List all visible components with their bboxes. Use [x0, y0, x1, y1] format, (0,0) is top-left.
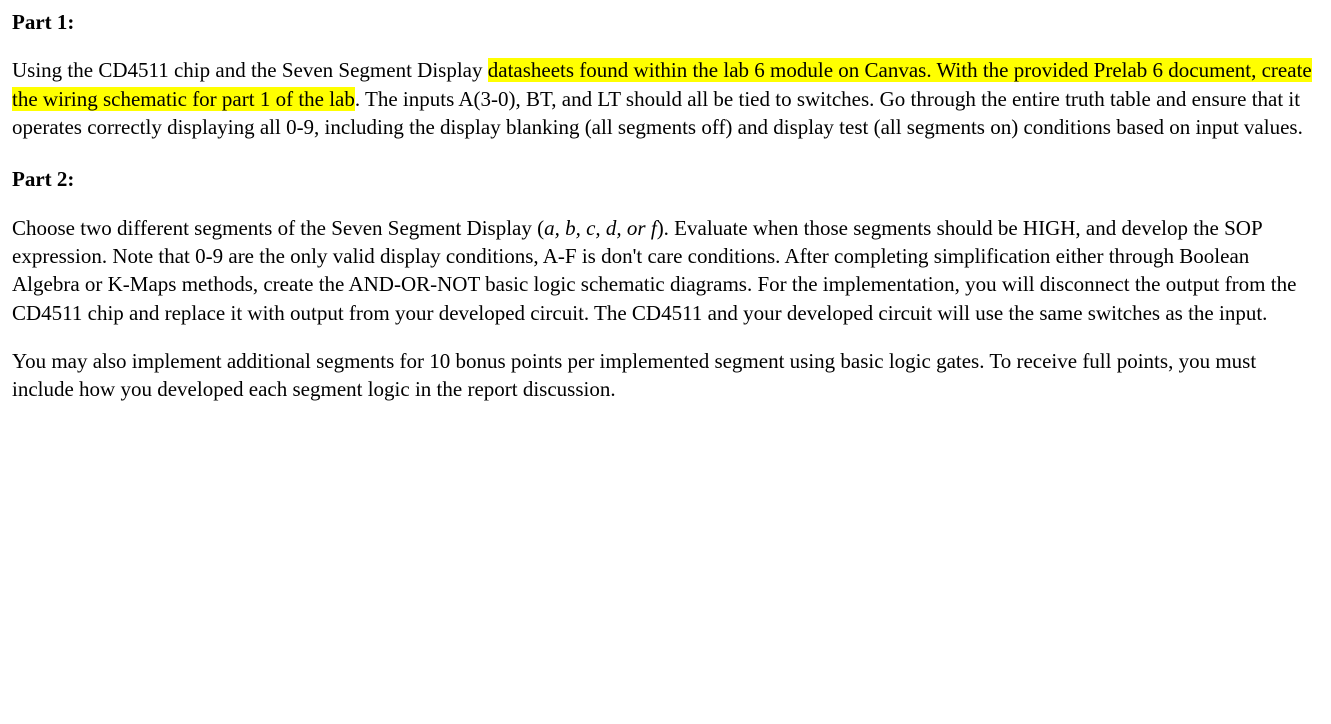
part1-text-pre: Using the CD4511 chip and the Seven Segm… — [12, 58, 488, 82]
part2-paragraph-2: You may also implement additional segmen… — [12, 347, 1319, 404]
part1-heading: Part 1: — [12, 8, 1319, 36]
part2-paragraph-1: Choose two different segments of the Sev… — [12, 214, 1319, 327]
part2-heading: Part 2: — [12, 165, 1319, 193]
part2-p1-pre: Choose two different segments of the Sev… — [12, 216, 544, 240]
part1-paragraph: Using the CD4511 chip and the Seven Segm… — [12, 56, 1319, 141]
part2-p1-italic: a, b, c, d, or f — [544, 216, 657, 240]
